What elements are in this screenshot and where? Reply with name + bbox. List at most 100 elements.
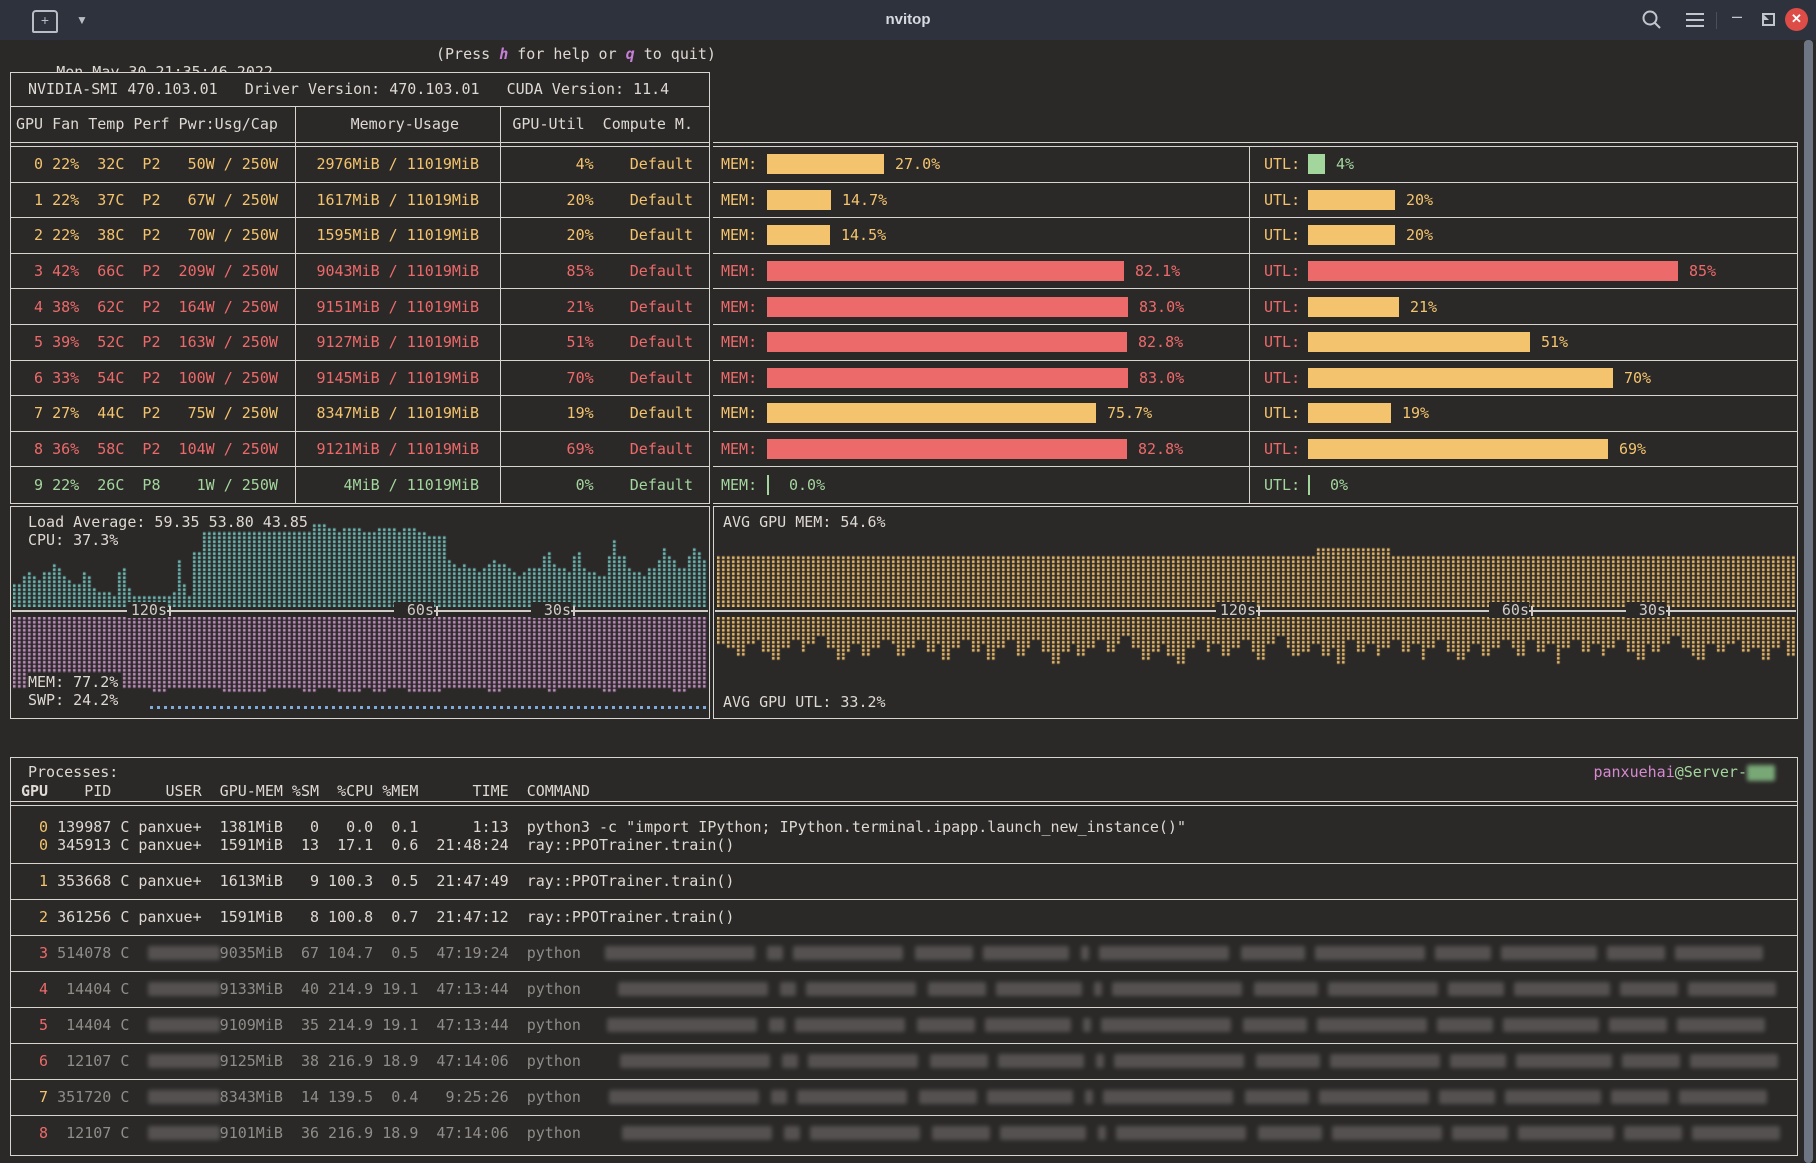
redacted-command-segment — [605, 946, 755, 960]
redacted-command-segment — [1081, 946, 1089, 960]
col-header-gpu: GPU Fan Temp Perf Pwr:Usg/Cap — [16, 115, 278, 133]
search-icon[interactable] — [1640, 8, 1664, 32]
axis-tick — [169, 606, 171, 616]
process-row[interactable]: 3 514078 C 9035MiB 67 104.7 0.5 47:19:24… — [21, 944, 581, 962]
axis-tick — [1531, 606, 1533, 616]
gpu-table-row[interactable]: 2 22% 38C P2 70W / 250W 1595MiB / 11019M… — [11, 217, 709, 253]
utl-gauge-bar — [1308, 154, 1325, 174]
utl-gauge-label: UTL: — [1264, 404, 1300, 422]
redacted-command-segment — [1620, 982, 1678, 996]
process-gpu-index: 5 — [21, 1016, 48, 1034]
process-row[interactable]: 5 14404 C 9109MiB 35 214.9 19.1 47:13:44… — [21, 1016, 581, 1034]
gpu-table-row[interactable]: 8 36% 58C P2 104W / 250W 9121MiB / 11019… — [11, 431, 709, 467]
redacted-command-segment — [983, 946, 1069, 960]
mem-gauge-label: MEM: — [721, 155, 757, 173]
nvidia-smi-panel: NVIDIA-SMI 470.103.01 Driver Version: 47… — [10, 72, 710, 504]
utl-gauge-label: UTL: — [1264, 440, 1300, 458]
process-group-separator — [11, 899, 1797, 900]
redacted-command-segment — [793, 946, 903, 960]
gpu-stats: 9 22% 26C P8 1W / 250W — [16, 476, 278, 494]
hamburger-menu-icon[interactable] — [1684, 11, 1708, 35]
process-gpu-index: 0 — [21, 818, 48, 836]
gpu-table-row[interactable]: 9 22% 26C P8 1W / 250W 4MiB / 11019MiB 0… — [11, 466, 709, 502]
gpu-stats: 3 42% 66C P2 209W / 250W — [16, 262, 278, 280]
gauge-row: MEM: 82.8% UTL: 69% — [713, 431, 1797, 467]
process-group-separator — [11, 1043, 1797, 1044]
redacted-command-segment — [919, 1090, 977, 1104]
process-row[interactable]: 2 361256 C panxue+ 1591MiB 8 100.8 0.7 2… — [21, 908, 734, 926]
redacted-command-segment — [1114, 1054, 1244, 1068]
redacted-command-segment — [1112, 982, 1242, 996]
gpu-memory: 9127MiB / 11019MiB — [316, 333, 479, 351]
redacted-command-segment — [622, 1126, 772, 1140]
process-row[interactable]: 8 12107 C 9101MiB 36 216.9 18.9 47:14:06… — [21, 1124, 581, 1142]
mem-gauge-value: 82.8% — [1138, 440, 1183, 458]
redacted-command-segment — [1622, 1054, 1680, 1068]
gauge-row: MEM: 14.7% UTL: 20% — [713, 182, 1797, 218]
redacted-command-segment — [1258, 1126, 1322, 1140]
redacted-user — [148, 1090, 220, 1104]
utl-gauge-bar — [1308, 225, 1395, 245]
gpu-table-row[interactable]: 3 42% 66C P2 209W / 250W 9043MiB / 11019… — [11, 253, 709, 289]
gpu-util-mode: 21% Default — [558, 298, 693, 316]
utl-gauge-label: UTL: — [1264, 262, 1300, 280]
redacted-command-segment — [1692, 1126, 1780, 1140]
process-row[interactable]: 7 351720 C 8343MiB 14 139.5 0.4 9:25:26 … — [21, 1088, 581, 1106]
gpu-table-rows: 0 22% 32C P2 50W / 250W 2976MiB / 11019M… — [11, 147, 709, 502]
redacted-command-segment — [1101, 1018, 1231, 1032]
gpu-table-row[interactable]: 4 38% 62C P2 164W / 250W 9151MiB / 11019… — [11, 288, 709, 324]
mem-gauge-value: 14.7% — [842, 191, 887, 209]
process-row[interactable]: 6 12107 C 9125MiB 38 216.9 18.9 47:14:06… — [21, 1052, 581, 1070]
redacted-command-segment — [1083, 1018, 1091, 1032]
process-row-text: 12107 C 9125MiB 38 216.9 18.9 47:14:06 p… — [48, 1052, 581, 1070]
restore-button[interactable] — [1762, 13, 1786, 37]
gpu-table-row[interactable]: 1 22% 37C P2 67W / 250W 1617MiB / 11019M… — [11, 182, 709, 218]
process-row-text: 345913 C panxue+ 1591MiB 13 17.1 0.6 21:… — [48, 836, 734, 854]
redacted-user — [148, 1054, 220, 1068]
gpu-memory: 1595MiB / 11019MiB — [316, 226, 479, 244]
mem-gauge-bar — [767, 475, 769, 495]
redacted-user — [148, 982, 220, 996]
redacted-command-segment — [1435, 946, 1491, 960]
redacted-command-segment — [1677, 1018, 1765, 1032]
redacted-user — [148, 946, 220, 960]
gpu-util-mode: 19% Default — [558, 404, 693, 422]
utl-gauge-value: 21% — [1410, 298, 1437, 316]
mem-label: MEM: 77.2% — [28, 673, 122, 691]
gpu-table-row[interactable]: 0 22% 32C P2 50W / 250W 2976MiB / 11019M… — [11, 147, 709, 182]
mem-gauge-bar — [767, 332, 1127, 352]
utl-gauge-bar — [1308, 190, 1395, 210]
mem-gauge-value: 82.8% — [1138, 333, 1183, 351]
process-row[interactable]: 0 345913 C panxue+ 1591MiB 13 17.1 0.6 2… — [21, 836, 734, 854]
redacted-command-segment — [1000, 1126, 1086, 1140]
gauge-row: MEM: 82.1% UTL: 85% — [713, 253, 1797, 289]
process-row[interactable]: 0 139987 C panxue+ 1381MiB 0 0.0 0.1 1:1… — [21, 818, 1186, 836]
gpu-table-row[interactable]: 7 27% 44C P2 75W / 250W 8347MiB / 11019M… — [11, 395, 709, 431]
gpu-table-row[interactable]: 6 33% 54C P2 100W / 250W 9145MiB / 11019… — [11, 360, 709, 396]
gpu-stats: 5 39% 52C P2 163W / 250W — [16, 333, 278, 351]
redacted-command-segment — [1688, 982, 1776, 996]
gpu-table-row[interactable]: 5 39% 52C P2 163W / 250W 9127MiB / 11019… — [11, 324, 709, 360]
terminal-scrollbar[interactable] — [1804, 40, 1813, 1163]
redacted-command-segment — [1245, 1090, 1309, 1104]
mem-gauge-value: 82.1% — [1135, 262, 1180, 280]
gpu-stats: 2 22% 38C P2 70W / 250W — [16, 226, 278, 244]
col-header-memory: Memory-Usage — [351, 115, 459, 133]
titlebar: + ▼ nvitop – ✕ — [0, 0, 1816, 41]
mem-gauge-bar — [767, 403, 1096, 423]
utl-gauge-value: 20% — [1406, 191, 1433, 209]
process-row[interactable]: 4 14404 C 9133MiB 40 214.9 19.1 47:13:44… — [21, 980, 581, 998]
process-row[interactable]: 1 353668 C panxue+ 1613MiB 9 100.3 0.5 2… — [21, 872, 734, 890]
mem-gauge-label: MEM: — [721, 191, 757, 209]
close-button[interactable]: ✕ — [1785, 8, 1808, 31]
redacted-command-segment — [618, 982, 768, 996]
minimize-button[interactable]: – — [1732, 6, 1756, 30]
gauge-row: MEM: 0.0% UTL: 0% — [713, 466, 1797, 502]
utl-gauge-label: UTL: — [1264, 155, 1300, 173]
process-row-text: 351720 C 8343MiB 14 139.5 0.4 9:25:26 py… — [48, 1088, 581, 1106]
cpu-label: CPU: 37.3% — [28, 531, 122, 549]
redacted-command-segment — [1452, 1126, 1508, 1140]
process-gpu-index: 4 — [21, 980, 48, 998]
gpu-stats: 8 36% 58C P2 104W / 250W — [16, 440, 278, 458]
redacted-command-segment — [1516, 1054, 1612, 1068]
